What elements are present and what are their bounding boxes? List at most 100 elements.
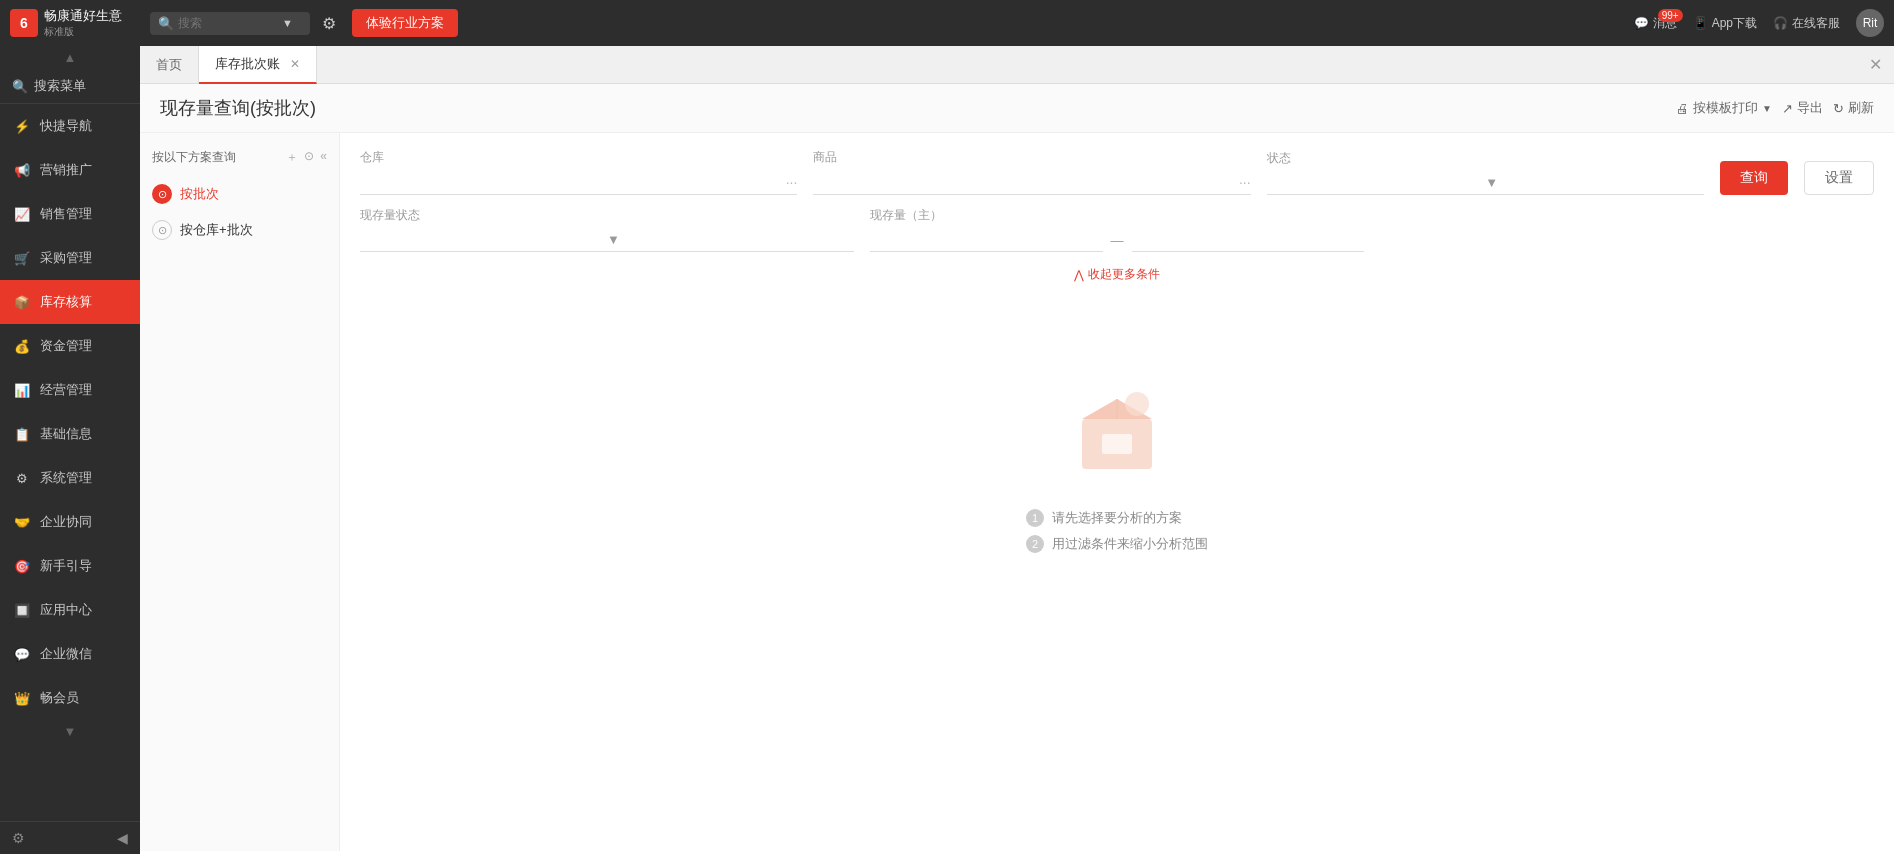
panel-header-icons: ＋ ⊙ «: [286, 149, 327, 166]
sidebar-item-sales[interactable]: 📈 销售管理: [0, 192, 140, 236]
sidebar: ▲ 🔍 搜索菜单 ⚡ 快捷导航 📢 营销推广 📈 销售管理 🛒 采购管理 📦 库…: [0, 46, 140, 854]
status-select[interactable]: ▼: [1267, 171, 1704, 195]
sidebar-item-wechat[interactable]: 💬 企业微信: [0, 632, 140, 676]
sidebar-item-system[interactable]: ⚙ 系统管理: [0, 456, 140, 500]
sidebar-item-purchase[interactable]: 🛒 采购管理: [0, 236, 140, 280]
panel-item-by-batch[interactable]: ⊙ 按批次: [140, 176, 339, 212]
by-batch-icon: ⊙: [152, 184, 172, 204]
collab-icon: 🤝: [12, 512, 32, 532]
settings-button[interactable]: 设置: [1804, 161, 1874, 195]
filter-area: 仓库 ··· 商品 ···: [360, 149, 1874, 289]
warehouse-more-icon[interactable]: ···: [786, 174, 798, 190]
user-item[interactable]: Rit: [1856, 9, 1884, 37]
tab-bar-close-button[interactable]: ✕: [1857, 55, 1894, 74]
sidebar-item-apps[interactable]: 🔲 应用中心: [0, 588, 140, 632]
message-icon: 💬: [1634, 16, 1649, 30]
inventory-icon: 📦: [12, 292, 32, 312]
nav-search-input[interactable]: [178, 16, 278, 30]
avatar: Rit: [1856, 9, 1884, 37]
basic-icon: 📋: [12, 424, 32, 444]
sidebar-item-finance[interactable]: 💰 资金管理: [0, 324, 140, 368]
online-service-item[interactable]: 🎧 在线客服: [1773, 15, 1840, 32]
headset-icon: 🎧: [1773, 16, 1788, 30]
print-chevron-icon: ▼: [1762, 103, 1772, 114]
goods-input[interactable]: [813, 175, 1239, 190]
refresh-icon: ↻: [1833, 101, 1844, 116]
nav-gear-icon[interactable]: ⚙: [322, 14, 336, 33]
status-chevron-icon: ▼: [1485, 175, 1704, 190]
inventory-status-select[interactable]: ▼: [360, 228, 854, 252]
app-download-item[interactable]: 📱 App下载: [1693, 15, 1757, 32]
sidebar-item-operations[interactable]: 📊 经营管理: [0, 368, 140, 412]
collapse-up-icon: ⋀: [1074, 268, 1084, 282]
left-panel: 按以下方案查询 ＋ ⊙ « ⊙ 按批次 ⊙ 按仓库+批次: [140, 133, 340, 851]
panel-add-icon[interactable]: ＋: [286, 149, 298, 166]
query-button[interactable]: 查询: [1720, 161, 1788, 195]
filter-goods: 商品 ···: [813, 149, 1250, 195]
inventory-qty-from-input[interactable]: [870, 228, 1103, 252]
tab-home[interactable]: 首页: [140, 46, 199, 84]
right-content: 仓库 ··· 商品 ···: [340, 133, 1894, 851]
message-item[interactable]: 💬 消息 99+: [1634, 15, 1677, 32]
tab-close-icon[interactable]: ✕: [290, 57, 300, 71]
app-logo: 6 畅康通好生意 标准版: [10, 8, 150, 38]
print-icon: 🖨: [1676, 101, 1689, 116]
inventory-status-chevron-icon: ▼: [607, 232, 854, 247]
sidebar-item-marketing[interactable]: 📢 营销推广: [0, 148, 140, 192]
sidebar-item-collab[interactable]: 🤝 企业协同: [0, 500, 140, 544]
empty-state: 1 请先选择要分析的方案 2 用过滤条件来缩小分析范围: [360, 289, 1874, 633]
export-button[interactable]: ↗ 导出: [1782, 99, 1823, 117]
top-nav: 🔍 ▼ ⚙ 体验行业方案: [150, 9, 1634, 37]
tab-bar: 首页 库存批次账 ✕ ✕: [140, 46, 1894, 84]
purchase-icon: 🛒: [12, 248, 32, 268]
tab-inventory-batch[interactable]: 库存批次账 ✕: [199, 46, 317, 84]
sidebar-scroll-up[interactable]: ▲: [0, 46, 140, 69]
page-content: 现存量查询(按批次) 🖨 按模板打印 ▼ ↗ 导出 ↻ 刷新: [140, 84, 1894, 854]
sidebar-search[interactable]: 🔍 搜索菜单: [0, 69, 140, 104]
panel-item-by-warehouse-batch[interactable]: ⊙ 按仓库+批次: [140, 212, 339, 248]
print-template-button[interactable]: 🖨 按模板打印 ▼: [1676, 99, 1772, 117]
system-icon: ⚙: [12, 468, 32, 488]
nav-search-bar[interactable]: 🔍 ▼: [150, 12, 310, 35]
finance-icon: 💰: [12, 336, 32, 356]
main-layout: ▲ 🔍 搜索菜单 ⚡ 快捷导航 📢 营销推广 📈 销售管理 🛒 采购管理 📦 库…: [0, 46, 1894, 854]
apps-icon: 🔲: [12, 600, 32, 620]
sidebar-item-basic[interactable]: 📋 基础信息: [0, 412, 140, 456]
sidebar-item-quick-nav[interactable]: ⚡ 快捷导航: [0, 104, 140, 148]
page-header: 现存量查询(按批次) 🖨 按模板打印 ▼ ↗ 导出 ↻ 刷新: [140, 84, 1894, 133]
sidebar-bottom: ⚙ ◀: [0, 821, 140, 854]
by-warehouse-batch-icon: ⊙: [152, 220, 172, 240]
inner-layout: 按以下方案查询 ＋ ⊙ « ⊙ 按批次 ⊙ 按仓库+批次: [140, 133, 1894, 851]
sidebar-item-newbie[interactable]: 🎯 新手引导: [0, 544, 140, 588]
page-title: 现存量查询(按批次): [160, 96, 316, 120]
filter-warehouse: 仓库 ···: [360, 149, 797, 195]
panel-header: 按以下方案查询 ＋ ⊙ «: [140, 143, 339, 172]
nav-dropdown-icon[interactable]: ▼: [282, 17, 293, 29]
app-download-icon: 📱: [1693, 16, 1708, 30]
inventory-qty-to-input[interactable]: [1132, 228, 1365, 252]
message-badge: 99+: [1658, 9, 1683, 22]
experience-button[interactable]: 体验行业方案: [352, 9, 458, 37]
filter-inventory-qty: 现存量（主） —: [870, 207, 1364, 252]
sidebar-scroll-down[interactable]: ▼: [0, 720, 140, 743]
quick-nav-icon: ⚡: [12, 116, 32, 136]
empty-illustration: [1057, 369, 1177, 489]
empty-tip-2: 2 用过滤条件来缩小分析范围: [1026, 535, 1208, 553]
goods-more-icon[interactable]: ···: [1239, 174, 1251, 190]
newbie-icon: 🎯: [12, 556, 32, 576]
refresh-button[interactable]: ↻ 刷新: [1833, 99, 1874, 117]
sidebar-item-inventory[interactable]: 📦 库存核算: [0, 280, 140, 324]
panel-collapse-icon[interactable]: «: [320, 149, 327, 166]
panel-settings-icon[interactable]: ⊙: [304, 149, 314, 166]
settings-icon[interactable]: ⚙: [12, 830, 25, 846]
qty-dash: —: [1111, 233, 1124, 248]
logo-icon: 6: [10, 9, 38, 37]
export-icon: ↗: [1782, 101, 1793, 116]
collapse-row[interactable]: ⋀ 收起更多条件: [360, 260, 1874, 289]
warehouse-input[interactable]: [360, 175, 786, 190]
sidebar-search-icon: 🔍: [12, 79, 28, 94]
sidebar-item-member[interactable]: 👑 畅会员: [0, 676, 140, 720]
collapse-icon[interactable]: ◀: [117, 830, 128, 846]
marketing-icon: 📢: [12, 160, 32, 180]
svg-point-3: [1125, 392, 1149, 416]
